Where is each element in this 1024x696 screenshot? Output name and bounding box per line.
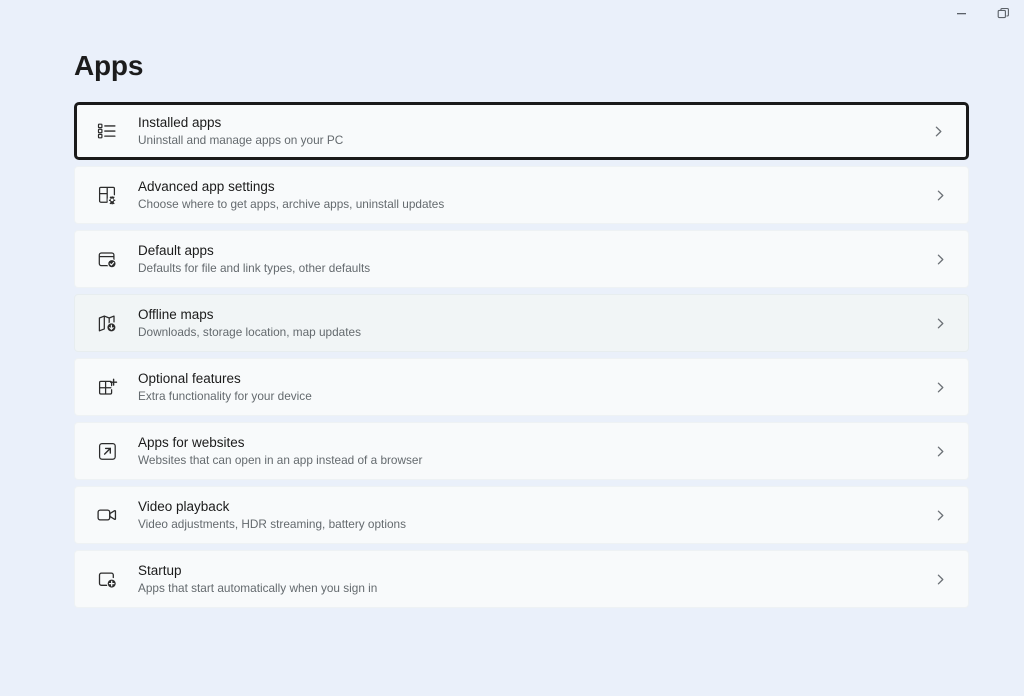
card-subtitle: Defaults for file and link types, other … [138, 260, 371, 275]
settings-card-list: Installed apps Uninstall and manage apps… [74, 102, 969, 608]
settings-card-video-playback[interactable]: Video playback Video adjustments, HDR st… [74, 486, 969, 544]
settings-card-startup[interactable]: Startup Apps that start automatically wh… [74, 550, 969, 608]
settings-card-installed-apps[interactable]: Installed apps Uninstall and manage apps… [74, 102, 969, 160]
card-text: Startup Apps that start automatically wh… [125, 562, 930, 596]
installed-apps-list-icon [89, 121, 125, 141]
page-title: Apps [74, 50, 144, 81]
card-text: Installed apps Uninstall and manage apps… [125, 114, 928, 148]
offline-maps-icon [89, 313, 125, 334]
settings-card-advanced-app-settings[interactable]: Advanced app settings Choose where to ge… [74, 166, 969, 224]
card-text: Default apps Defaults for file and link … [125, 242, 930, 276]
card-subtitle: Extra functionality for your device [138, 388, 312, 403]
title-bar [0, 0, 1024, 30]
card-subtitle: Video adjustments, HDR streaming, batter… [138, 516, 406, 531]
video-playback-camera-icon [89, 504, 125, 526]
chevron-right-icon[interactable] [930, 445, 950, 458]
chevron-right-icon[interactable] [928, 125, 948, 138]
card-text: Apps for websites Websites that can open… [125, 434, 930, 468]
card-title: Default apps [138, 242, 214, 258]
settings-card-default-apps[interactable]: Default apps Defaults for file and link … [74, 230, 969, 288]
chevron-right-icon[interactable] [930, 317, 950, 330]
card-text: Optional features Extra functionality fo… [125, 370, 930, 404]
minimize-button[interactable] [940, 0, 982, 26]
settings-page: Apps Installed apps Uninstall and manage… [0, 30, 1024, 696]
chevron-right-icon[interactable] [930, 381, 950, 394]
card-title: Advanced app settings [138, 178, 275, 194]
chevron-right-icon[interactable] [930, 573, 950, 586]
card-title: Offline maps [138, 306, 214, 322]
card-subtitle: Apps that start automatically when you s… [138, 580, 378, 595]
chevron-right-icon[interactable] [930, 189, 950, 202]
apps-for-websites-external-link-icon [89, 441, 125, 462]
card-text: Video playback Video adjustments, HDR st… [125, 498, 930, 532]
card-title: Optional features [138, 370, 241, 386]
chevron-right-icon[interactable] [930, 253, 950, 266]
card-subtitle: Uninstall and manage apps on your PC [138, 132, 344, 147]
settings-card-optional-features[interactable]: Optional features Extra functionality fo… [74, 358, 969, 416]
settings-card-apps-for-websites[interactable]: Apps for websites Websites that can open… [74, 422, 969, 480]
card-title: Apps for websites [138, 434, 245, 450]
card-subtitle: Websites that can open in an app instead… [138, 452, 423, 467]
advanced-app-settings-gear-icon [89, 185, 125, 206]
card-subtitle: Choose where to get apps, archive apps, … [138, 196, 445, 211]
settings-card-offline-maps[interactable]: Offline maps Downloads, storage location… [74, 294, 969, 352]
startup-power-icon [89, 569, 125, 590]
card-title: Startup [138, 562, 182, 578]
card-text: Advanced app settings Choose where to ge… [125, 178, 930, 212]
card-subtitle: Downloads, storage location, map updates [138, 324, 361, 339]
restore-button[interactable] [982, 0, 1024, 26]
optional-features-plus-icon [89, 377, 125, 398]
card-text: Offline maps Downloads, storage location… [125, 306, 930, 340]
default-apps-check-icon [89, 249, 125, 270]
card-title: Installed apps [138, 114, 222, 130]
chevron-right-icon[interactable] [930, 509, 950, 522]
card-title: Video playback [138, 498, 230, 514]
